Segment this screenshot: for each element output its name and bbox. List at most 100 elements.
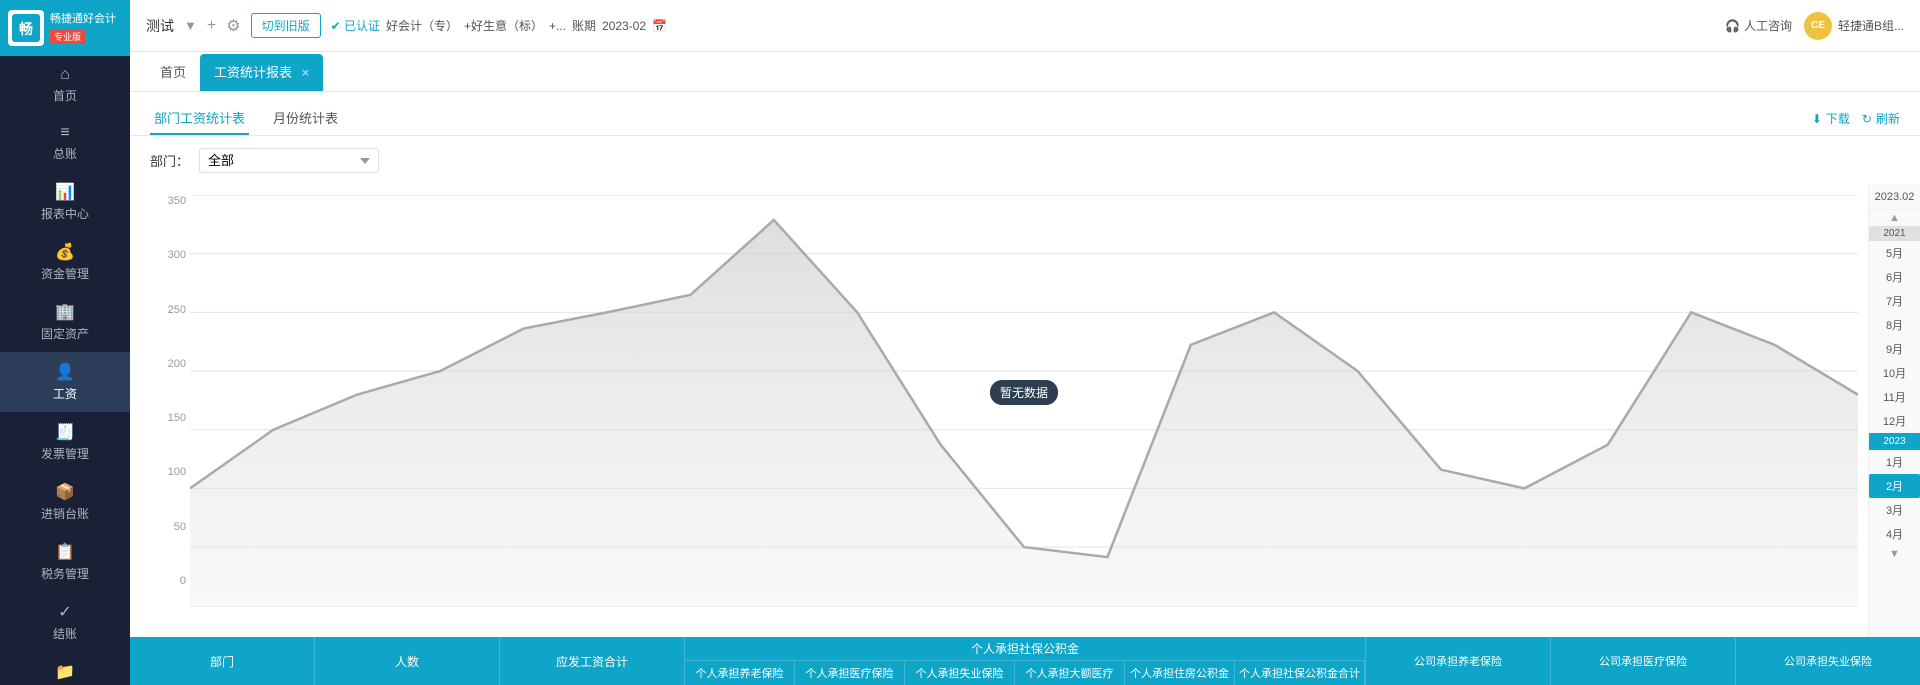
y-label-250: 250 (150, 304, 190, 316)
date-sidebar: 2023.02 ▲ 2021 5月 6月 7月 8月 9月 10月 11月 12… (1868, 185, 1920, 637)
y-axis: 350 300 250 200 150 100 50 0 (150, 195, 190, 587)
sidebar-item-home[interactable]: ⌂ 首页 (0, 56, 130, 114)
sidebar-item-tax[interactable]: 📋 税务管理 (0, 532, 130, 592)
chart-container: 350 300 250 200 150 100 50 0 (130, 185, 1920, 637)
sub-tab-monthly[interactable]: 月份统计表 (269, 102, 342, 135)
sidebar-item-archive[interactable]: 📁 归档管理 (0, 652, 130, 685)
topbar-status: ✔ 已认证 好会计（专） +好生意（标） +... 账期 2023-02 📅 (331, 17, 667, 34)
month-2021-8[interactable]: 8月 (1869, 313, 1920, 337)
switch-version-button[interactable]: 切到旧版 (251, 13, 321, 38)
sidebar-label-invoice: 发票管理 (41, 445, 89, 462)
sidebar-item-funds[interactable]: 💰 资金管理 (0, 232, 130, 292)
month-2021-11[interactable]: 11月 (1869, 385, 1920, 409)
y-label-350: 350 (150, 195, 190, 207)
table-header: 部门 人数 应发工资合计 个人承担社保公积金 个人承担养老保险 个人承担医疗保险… (130, 637, 1920, 685)
month-2023-4[interactable]: 4月 (1869, 522, 1920, 546)
sidebar-label-reports: 报表中心 (41, 205, 89, 222)
sub-tab-actions: ⬇ 下载 ↻ 刷新 (1812, 110, 1900, 127)
month-2021-12[interactable]: 12月 (1869, 409, 1920, 433)
calendar-icon[interactable]: 📅 (652, 19, 667, 33)
tab-home[interactable]: 首页 (146, 54, 200, 91)
y-label-100: 100 (150, 466, 190, 478)
status-more: +... (549, 19, 566, 33)
y-label-50: 50 (150, 521, 190, 533)
y-label-150: 150 (150, 412, 190, 424)
topbar-add-button[interactable]: + (207, 17, 216, 35)
download-icon: ⬇ (1812, 112, 1822, 126)
sidebar-label-home: 首页 (53, 87, 77, 104)
col-personal-major-medical: 个人承担大额医疗 (1015, 661, 1125, 685)
month-2023-1[interactable]: 1月 (1869, 450, 1920, 474)
content-panel: 部门工资统计表 月份统计表 ⬇ 下载 ↻ 刷新 部门： 全部 销售部 行政部 财… (130, 92, 1920, 685)
topbar-dropdown-arrow[interactable]: ▼ (184, 18, 197, 33)
sidebar-label-sales: 进销台账 (41, 505, 89, 522)
assets-icon: 🏢 (55, 302, 75, 322)
download-button[interactable]: ⬇ 下载 (1812, 110, 1850, 127)
funds-icon: 💰 (55, 242, 75, 262)
month-2021-6[interactable]: 6月 (1869, 265, 1920, 289)
topbar-title: 测试 (146, 16, 174, 36)
sidebar-item-sales[interactable]: 📦 进销台账 (0, 472, 130, 532)
date-up-button[interactable]: ▲ (1869, 210, 1920, 226)
sidebar-label-tax: 税务管理 (41, 565, 89, 582)
app-logo-icon: 畅 (8, 10, 44, 46)
group-personal-title: 个人承担社保公积金 (685, 637, 1365, 661)
tab-salary-report-label: 工资统计报表 (214, 65, 292, 80)
month-2023-2[interactable]: 2月 (1869, 474, 1920, 498)
col-company-unemployment: 公司承担失业保险 (1736, 637, 1920, 685)
service-button[interactable]: 🎧 人工咨询 (1725, 17, 1792, 34)
topbar-settings-button[interactable]: ⚙ (226, 16, 240, 36)
sub-tab-dept[interactable]: 部门工资统计表 (150, 102, 249, 135)
status-product1: 好会计（专） (386, 17, 458, 34)
page-tabs: 首页 工资统计报表 × (130, 52, 1920, 92)
download-label: 下载 (1826, 110, 1850, 127)
y-label-300: 300 (150, 249, 190, 261)
month-2023-3[interactable]: 3月 (1869, 498, 1920, 522)
month-2021-9[interactable]: 9月 (1869, 337, 1920, 361)
col-group-personal: 个人承担社保公积金 个人承担养老保险 个人承担医疗保险 个人承担失业保险 个人承… (685, 637, 1366, 685)
year-2021-label: 2021 (1869, 226, 1920, 241)
avatar: CE (1804, 12, 1832, 40)
topbar-right: 🎧 人工咨询 CE 轻捷通B组... (1725, 12, 1904, 40)
col-personal-total: 个人承担社保公积金合计 (1235, 661, 1365, 685)
sidebar-nav: ⌂ 首页 ≡ 总账 📊 报表中心 💰 资金管理 🏢 固定资产 👤 工资 🧾 发票… (0, 56, 130, 685)
col-personal-housing: 个人承担住房公积金 (1125, 661, 1235, 685)
sidebar-item-checkout[interactable]: ✓ 结账 (0, 592, 130, 652)
month-2021-5[interactable]: 5月 (1869, 241, 1920, 265)
y-label-0: 0 (150, 575, 190, 587)
date-sidebar-current: 2023.02 (1869, 185, 1920, 210)
sidebar-item-ledger[interactable]: ≡ 总账 (0, 114, 130, 172)
col-company-medical: 公司承担医疗保险 (1551, 637, 1736, 685)
sidebar-item-invoice[interactable]: 🧾 发票管理 (0, 412, 130, 472)
month-2021-7[interactable]: 7月 (1869, 289, 1920, 313)
group-personal-cols: 个人承担养老保险 个人承担医疗保险 个人承担失业保险 个人承担大额医疗 个人承担… (685, 661, 1365, 685)
tab-salary-report[interactable]: 工资统计报表 × (200, 54, 323, 91)
user-info[interactable]: CE 轻捷通B组... (1804, 12, 1904, 40)
status-period-value: 2023-02 (602, 19, 646, 33)
headset-icon: 🎧 (1725, 19, 1740, 33)
filter-dept-select[interactable]: 全部 销售部 行政部 财务部 (199, 148, 379, 173)
refresh-icon: ↻ (1862, 112, 1872, 126)
user-name: 轻捷通B组... (1838, 17, 1904, 34)
sidebar-item-assets[interactable]: 🏢 固定资产 (0, 292, 130, 352)
col-company-pension: 公司承担养老保险 (1366, 637, 1551, 685)
sidebar-label-assets: 固定资产 (41, 325, 89, 342)
month-2021-10[interactable]: 10月 (1869, 361, 1920, 385)
date-down-button[interactable]: ▼ (1869, 546, 1920, 562)
tab-close-button[interactable]: × (302, 65, 310, 80)
sales-icon: 📦 (55, 482, 75, 502)
refresh-label: 刷新 (1876, 110, 1900, 127)
sidebar-item-reports[interactable]: 📊 报表中心 (0, 172, 130, 232)
checkout-icon: ✓ (58, 602, 71, 622)
refresh-button[interactable]: ↻ 刷新 (1862, 110, 1900, 127)
chart-svg-container: 暂无数据 (190, 195, 1858, 607)
sidebar-label-funds: 资金管理 (41, 265, 89, 282)
sidebar-item-salary[interactable]: 👤 工资 (0, 352, 130, 412)
salary-icon: 👤 (55, 362, 75, 382)
y-label-200: 200 (150, 358, 190, 370)
topbar: 测试 ▼ + ⚙ 切到旧版 ✔ 已认证 好会计（专） +好生意（标） +... … (130, 0, 1920, 52)
service-label: 人工咨询 (1744, 17, 1792, 34)
filter-dept-label: 部门： (150, 151, 189, 170)
sidebar-logo: 畅 畅捷通好会计 专业版 (0, 0, 130, 56)
reports-icon: 📊 (55, 182, 75, 202)
